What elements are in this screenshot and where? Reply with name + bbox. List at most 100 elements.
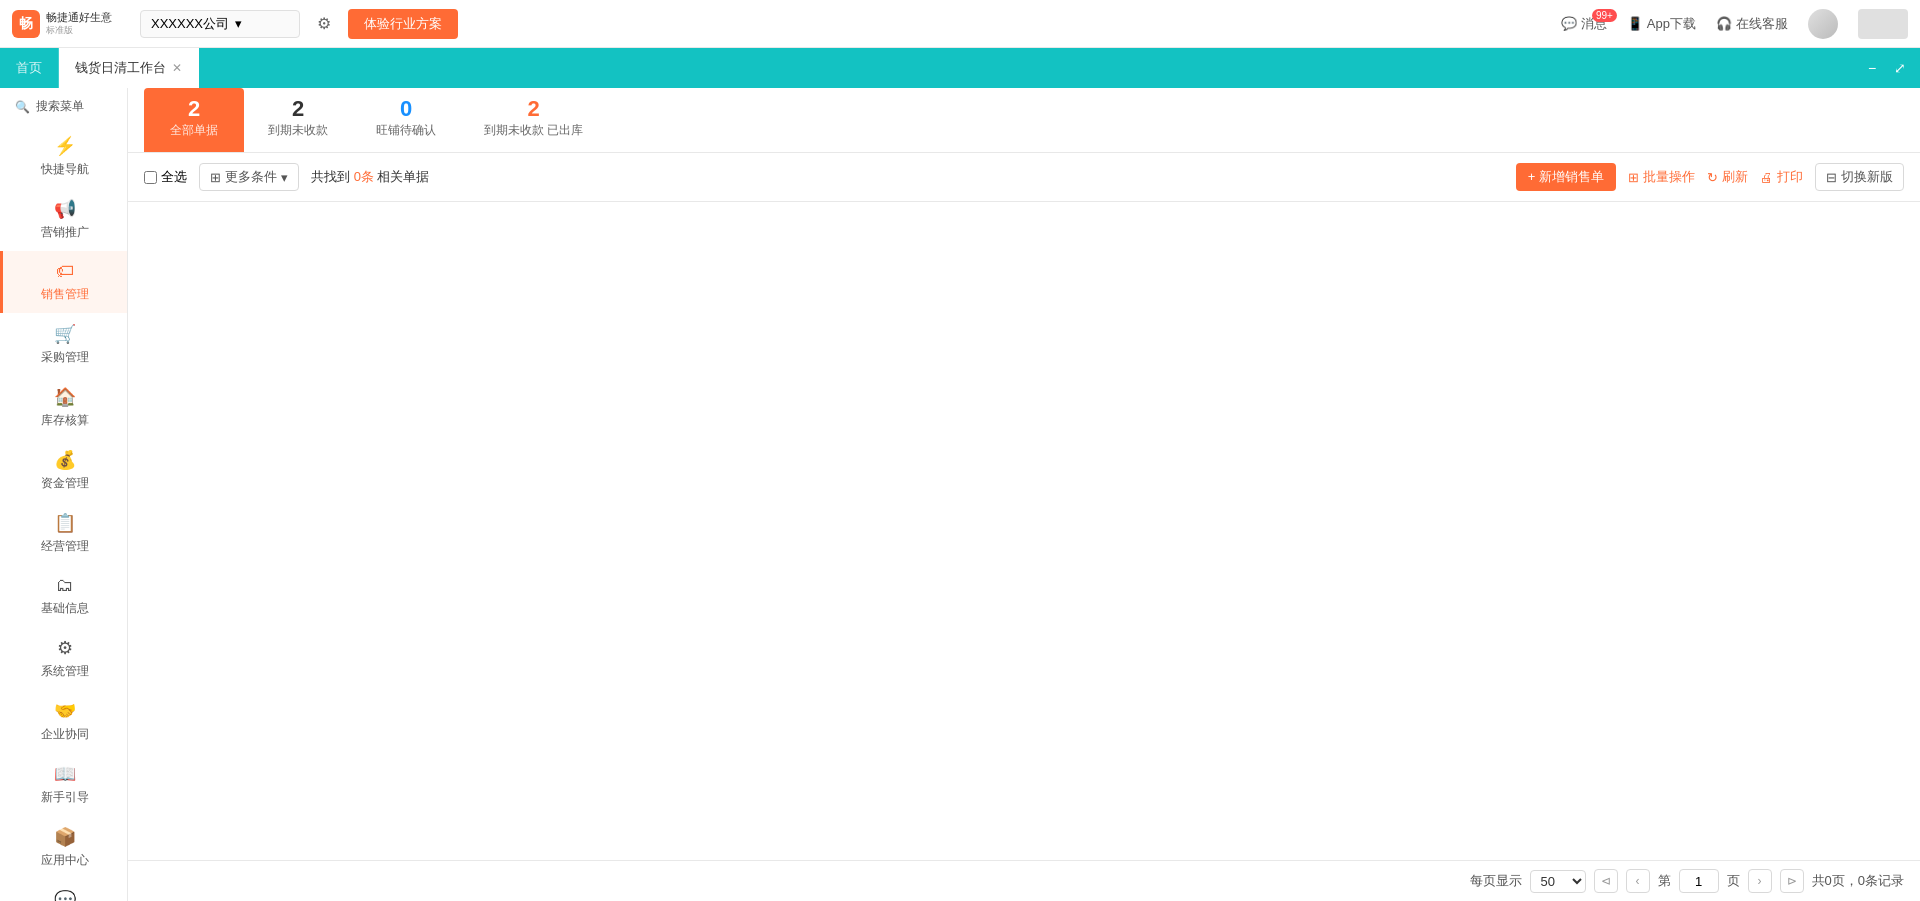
finance-icon: 💰: [54, 449, 76, 471]
main-layout: 🔍 搜索菜单 ⚡ 快捷导航 📢 营销推广 🏷 销售管理 🛒 采购管理 🏠 库存核…: [0, 88, 1920, 901]
stats-tabs: 2 全部单据 2 到期未收款 0 旺铺待确认 2 到期未收款 已出库: [128, 88, 1920, 153]
stat-label-overdue: 到期未收款: [268, 122, 328, 139]
tab-minimize-button[interactable]: −: [1860, 56, 1884, 80]
tab-maximize-button[interactable]: ⤢: [1888, 56, 1912, 80]
sidebar-item-enterprise[interactable]: 🤝 企业协同: [0, 690, 127, 753]
tab-home[interactable]: 首页: [0, 48, 59, 88]
print-button[interactable]: 🖨 打印: [1760, 168, 1803, 186]
try-industry-button[interactable]: 体验行业方案: [348, 9, 458, 39]
stat-label-pending: 旺铺待确认: [376, 122, 436, 139]
avatar[interactable]: [1808, 9, 1838, 39]
select-all-label: 全选: [161, 168, 187, 186]
stat-num-shipped: 2: [528, 98, 540, 120]
sidebar-item-label: 基础信息: [41, 600, 89, 617]
filter-icon: ⊞: [210, 170, 221, 185]
sidebar-item-label: 库存核算: [41, 412, 89, 429]
search-icon: 🔍: [15, 100, 30, 114]
stat-num-pending: 0: [400, 98, 412, 120]
company-name: XXXXXX公司: [151, 15, 229, 33]
tab-workbench[interactable]: 钱货日清工作台 ✕: [59, 48, 199, 88]
sidebar-item-label: 经营管理: [41, 538, 89, 555]
sidebar-item-label: 营销推广: [41, 224, 89, 241]
sidebar-item-purchase[interactable]: 🛒 采购管理: [0, 313, 127, 376]
stat-tab-overdue[interactable]: 2 到期未收款: [244, 88, 352, 152]
logo-subtitle: 标准版: [46, 24, 112, 37]
tab-bar-actions: − ⤢: [1860, 56, 1920, 80]
sidebar-item-basic-info[interactable]: 🗂 基础信息: [0, 565, 127, 627]
pagination-bar: 每页显示 50 100 200 ⊲ ‹ 第 页 › ⊳ 共0页，0条记录: [128, 860, 1920, 901]
quick-nav-icon: ⚡: [54, 135, 76, 157]
checkbox-input[interactable]: [144, 171, 157, 184]
sidebar-item-guide[interactable]: 📖 新手引导: [0, 753, 127, 816]
message-badge: 99+: [1592, 9, 1617, 22]
sidebar-item-marketing[interactable]: 📢 营销推广: [0, 188, 127, 251]
sidebar-item-inventory[interactable]: 🏠 库存核算: [0, 376, 127, 439]
found-count: 0条: [354, 169, 374, 184]
user-info[interactable]: [1858, 9, 1908, 39]
page-prefix: 第: [1658, 872, 1671, 890]
sidebar-item-app-center[interactable]: 📦 应用中心: [0, 816, 127, 879]
sidebar-item-label: 快捷导航: [41, 161, 89, 178]
app-download-button[interactable]: 📱 App下载: [1627, 15, 1696, 33]
prev-page-button[interactable]: ‹: [1626, 869, 1650, 893]
app-center-icon: 📦: [54, 826, 76, 848]
new-sale-button[interactable]: + 新增销售单: [1516, 163, 1616, 191]
message-button[interactable]: 💬 消息 99+: [1561, 15, 1607, 33]
page-input[interactable]: [1679, 869, 1719, 893]
header-right: 💬 消息 99+ 📱 App下载 🎧 在线客服: [1561, 9, 1908, 39]
enterprise-icon: 🤝: [54, 700, 76, 722]
first-page-button[interactable]: ⊲: [1594, 869, 1618, 893]
wecom-icon: 💬: [54, 889, 76, 901]
sidebar-item-system[interactable]: ⚙ 系统管理: [0, 627, 127, 690]
sidebar: 🔍 搜索菜单 ⚡ 快捷导航 📢 营销推广 🏷 销售管理 🛒 采购管理 🏠 库存核…: [0, 88, 128, 901]
message-icon: 💬: [1561, 16, 1577, 31]
online-service-button[interactable]: 🎧 在线客服: [1716, 15, 1788, 33]
sidebar-item-quick-nav[interactable]: ⚡ 快捷导航: [0, 125, 127, 188]
stat-num-overdue: 2: [292, 98, 304, 120]
batch-ops-button[interactable]: ⊞ 批量操作: [1628, 168, 1695, 186]
chevron-down-icon: ▾: [235, 16, 242, 31]
company-selector[interactable]: XXXXXX公司 ▾: [140, 10, 300, 38]
sidebar-item-label: 销售管理: [41, 286, 89, 303]
online-service-label: 在线客服: [1736, 15, 1788, 33]
switch-icon: ⊟: [1826, 170, 1837, 185]
switch-version-button[interactable]: ⊟ 切换新版: [1815, 163, 1904, 191]
sidebar-item-sales[interactable]: 🏷 销售管理: [0, 251, 127, 313]
stat-num-all: 2: [188, 98, 200, 120]
refresh-button[interactable]: ↻ 刷新: [1707, 168, 1748, 186]
marketing-icon: 📢: [54, 198, 76, 220]
sidebar-item-operations[interactable]: 📋 经营管理: [0, 502, 127, 565]
last-page-button[interactable]: ⊳: [1780, 869, 1804, 893]
filter-button[interactable]: ⊞ 更多条件 ▾: [199, 163, 299, 191]
toolbar: 全选 ⊞ 更多条件 ▾ 共找到 0条 相关单据 + 新增销售单 ⊞ 批量操作 ↻: [128, 153, 1920, 202]
select-all-checkbox[interactable]: 全选: [144, 168, 187, 186]
sidebar-search-label: 搜索菜单: [36, 98, 84, 115]
stat-tab-pending[interactable]: 0 旺铺待确认: [352, 88, 460, 152]
logo-area: 畅 畅捷通好生意 标准版: [12, 10, 140, 38]
sidebar-item-finance[interactable]: 💰 资金管理: [0, 439, 127, 502]
table-area: [128, 202, 1920, 860]
next-page-button[interactable]: ›: [1748, 869, 1772, 893]
sidebar-item-wecom[interactable]: 💬 企业微信: [0, 879, 127, 901]
sidebar-item-label: 资金管理: [41, 475, 89, 492]
settings-button[interactable]: ⚙: [308, 8, 340, 40]
switch-label: 切换新版: [1841, 168, 1893, 186]
tab-close-icon[interactable]: ✕: [172, 61, 182, 75]
per-page-label: 每页显示: [1470, 872, 1522, 890]
sidebar-search[interactable]: 🔍 搜索菜单: [0, 88, 127, 125]
purchase-icon: 🛒: [54, 323, 76, 345]
sidebar-item-label: 系统管理: [41, 663, 89, 680]
stat-tab-all[interactable]: 2 全部单据: [144, 88, 244, 152]
batch-icon: ⊞: [1628, 170, 1639, 185]
per-page-select[interactable]: 50 100 200: [1530, 870, 1586, 893]
found-text: 共找到 0条 相关单据: [311, 168, 429, 186]
download-icon: 📱: [1627, 16, 1643, 31]
logo-title: 畅捷通好生意: [46, 10, 112, 24]
system-icon: ⚙: [57, 637, 73, 659]
sidebar-item-label: 企业协同: [41, 726, 89, 743]
sales-icon: 🏷: [56, 261, 74, 282]
stat-label-all: 全部单据: [170, 122, 218, 139]
logo-icon: 畅: [12, 10, 40, 38]
refresh-label: 刷新: [1722, 168, 1748, 186]
stat-tab-shipped[interactable]: 2 到期未收款 已出库: [460, 88, 607, 152]
